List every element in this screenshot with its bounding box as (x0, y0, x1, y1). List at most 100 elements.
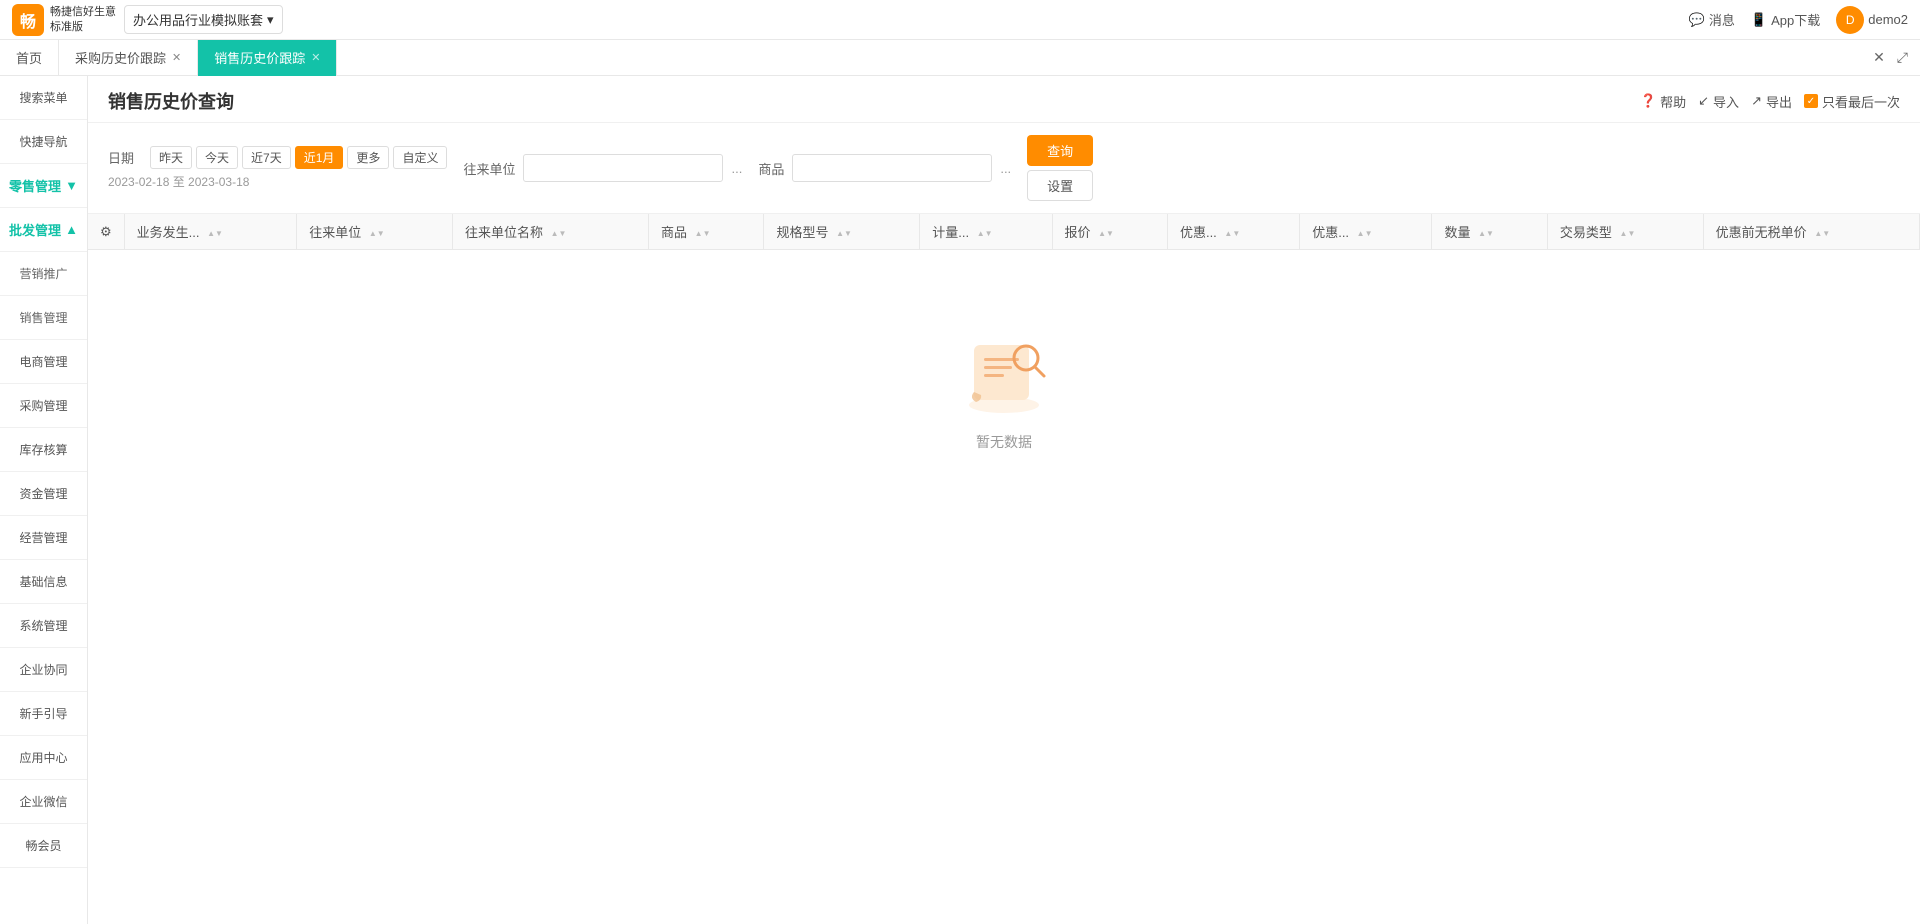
sidebar-item-quick-nav[interactable]: 快捷导航 (0, 120, 87, 164)
product-input[interactable] (792, 154, 992, 182)
top-header: 畅 畅捷信好生意 标准版 办公用品行业模拟账套 ▾ 💬 消息 📱 App下载 D… (0, 0, 1920, 40)
message-icon: 💬 (1689, 12, 1705, 28)
app-download-action[interactable]: 📱 App下载 (1751, 10, 1820, 29)
page-actions: ❓ 帮助 ↙ 导入 ↗ 导出 ✓ 只看最后一次 (1640, 92, 1900, 111)
logo-text: 畅捷信好生意 标准版 (50, 5, 116, 34)
th-quantity[interactable]: 数量 ▲▼ (1432, 214, 1547, 250)
sidebar-item-purchase-mgmt[interactable]: 采购管理 (0, 384, 87, 428)
th-partner-name[interactable]: 往来单位名称 ▲▼ (452, 214, 648, 250)
empty-text: 暂无数据 (976, 432, 1032, 452)
date-btn-custom[interactable]: 自定义 (393, 146, 447, 169)
sort-icon-partner-code: ▲▼ (369, 229, 385, 238)
sidebar-item-inventory-check[interactable]: 库存核算 (0, 428, 87, 472)
sidebar-item-membership[interactable]: 畅会员 (0, 824, 87, 868)
sidebar-item-wholesale-mgmt[interactable]: 批发管理 ▲ (0, 208, 87, 252)
sidebar-item-marketing[interactable]: 营销推广 (0, 252, 87, 296)
export-link[interactable]: ↗ 导出 (1751, 92, 1792, 111)
sidebar-item-search-menu[interactable]: 搜索菜单 (0, 76, 87, 120)
expand-tab-btn[interactable]: ⤢ (1893, 47, 1912, 68)
avatar: D (1836, 6, 1864, 34)
logo-area: 畅 畅捷信好生意 标准版 (12, 4, 116, 36)
th-biz-date[interactable]: 业务发生... ▲▼ (124, 214, 297, 250)
chevron-down-icon: ▼ (65, 178, 78, 193)
customer-ellipsis[interactable]: ... (731, 161, 742, 176)
header-right: 💬 消息 📱 App下载 D demo2 (1689, 6, 1908, 34)
only-last-checkbox[interactable]: ✓ (1804, 94, 1818, 108)
date-btn-last7days[interactable]: 近7天 (242, 146, 291, 169)
message-action[interactable]: 💬 消息 (1689, 10, 1735, 29)
settings-button[interactable]: 设置 (1027, 170, 1093, 201)
empty-illustration (954, 330, 1054, 420)
import-link[interactable]: ↙ 导入 (1698, 92, 1739, 111)
data-table: ⚙ 业务发生... ▲▼ 往来单位 ▲▼ 往来单位名称 (88, 214, 1920, 250)
sidebar-item-ops-mgmt[interactable]: 经营管理 (0, 516, 87, 560)
sidebar-item-basic-info[interactable]: 基础信息 (0, 560, 87, 604)
product-ellipsis[interactable]: ... (1000, 161, 1011, 176)
th-partner-code[interactable]: 往来单位 ▲▼ (297, 214, 453, 250)
filter-area: 日期 昨天 今天 近7天 近1月 更多 自定义 2023-02-18 至 202… (88, 123, 1920, 214)
date-buttons: 昨天 今天 近7天 近1月 更多 自定义 (150, 146, 447, 169)
customer-label: 往来单位 (463, 159, 515, 178)
filter-buttons: 查询 设置 (1027, 135, 1093, 201)
tab-home[interactable]: 首页 (0, 40, 59, 76)
export-icon: ↗ (1751, 93, 1762, 109)
customer-filter: 往来单位 ... (463, 154, 742, 182)
page-content: 销售历史价查询 ❓ 帮助 ↙ 导入 ↗ 导出 ✓ (88, 76, 1920, 924)
sidebar-item-retail-mgmt[interactable]: 零售管理 ▼ (0, 164, 87, 208)
sort-icon-biz-date: ▲▼ (207, 229, 223, 238)
tab-purchase-history[interactable]: 采购历史价跟踪 ✕ (59, 40, 198, 76)
sidebar-item-enterprise-agreement[interactable]: 企业协同 (0, 648, 87, 692)
sort-icon-unit: ▲▼ (977, 229, 993, 238)
sort-icon-quantity: ▲▼ (1478, 229, 1494, 238)
sort-icon-trade-type: ▲▼ (1620, 229, 1636, 238)
table-header-row: ⚙ 业务发生... ▲▼ 往来单位 ▲▼ 往来单位名称 (88, 214, 1920, 250)
date-range-text: 2023-02-18 至 2023-03-18 (108, 173, 447, 190)
logo-icon: 畅 (12, 4, 44, 36)
sidebar-item-ecommerce-mgmt[interactable]: 电商管理 (0, 340, 87, 384)
only-last-checkbox-label[interactable]: ✓ 只看最后一次 (1804, 92, 1900, 111)
sidebar-item-system-mgmt[interactable]: 系统管理 (0, 604, 87, 648)
th-discount2[interactable]: 优惠... ▲▼ (1300, 214, 1432, 250)
date-btn-more[interactable]: 更多 (347, 146, 389, 169)
sidebar-item-sales-mgmt[interactable]: 销售管理 (0, 296, 87, 340)
customer-input[interactable] (523, 154, 723, 182)
th-product[interactable]: 商品 ▲▼ (649, 214, 764, 250)
th-discount1[interactable]: 优惠... ▲▼ (1167, 214, 1299, 250)
sidebar-item-enterprise-wechat[interactable]: 企业微信 (0, 780, 87, 824)
tab-sales-history[interactable]: 销售历史价跟踪 ✕ (198, 40, 337, 76)
filter-date-row: 日期 昨天 今天 近7天 近1月 更多 自定义 (108, 146, 447, 169)
close-tab-sales[interactable]: ✕ (311, 51, 320, 64)
date-btn-today[interactable]: 今天 (196, 146, 238, 169)
tab-controls: ✕ ⤢ (1861, 47, 1920, 68)
date-btn-yesterday[interactable]: 昨天 (150, 146, 192, 169)
page-title: 销售历史价查询 (108, 88, 234, 114)
date-btn-last1month[interactable]: 近1月 (295, 146, 344, 169)
th-pre-tax-price[interactable]: 优惠前无税单价 ▲▼ (1703, 214, 1919, 250)
sort-icon-spec: ▲▼ (836, 229, 852, 238)
sort-icon-discount2: ▲▼ (1357, 229, 1373, 238)
table-area: ⚙ 业务发生... ▲▼ 往来单位 ▲▼ 往来单位名称 (88, 214, 1920, 924)
th-unit[interactable]: 计量... ▲▼ (920, 214, 1052, 250)
sidebar-item-beginner-guide[interactable]: 新手引导 (0, 692, 87, 736)
content-area: 销售历史价查询 ❓ 帮助 ↙ 导入 ↗ 导出 ✓ (88, 76, 1920, 924)
account-selector[interactable]: 办公用品行业模拟账套 ▾ (124, 5, 283, 34)
close-tab-btn[interactable]: ✕ (1869, 47, 1889, 68)
user-menu[interactable]: D demo2 (1836, 6, 1908, 34)
th-price[interactable]: 报价 ▲▼ (1052, 214, 1167, 250)
help-link[interactable]: ❓ 帮助 (1640, 92, 1686, 111)
settings-col-icon: ⚙ (100, 224, 112, 239)
page-title-bar: 销售历史价查询 ❓ 帮助 ↙ 导入 ↗ 导出 ✓ (88, 76, 1920, 123)
sort-icon-partner-name: ▲▼ (551, 229, 567, 238)
th-settings[interactable]: ⚙ (88, 214, 124, 250)
sort-icon-pre-tax-price: ▲▼ (1814, 229, 1830, 238)
sidebar-item-finance-mgmt[interactable]: 资金管理 (0, 472, 87, 516)
product-filter: 商品 ... (758, 154, 1011, 182)
tab-bar: 首页 采购历史价跟踪 ✕ 销售历史价跟踪 ✕ ✕ ⤢ (0, 40, 1920, 76)
query-button[interactable]: 查询 (1027, 135, 1093, 166)
th-trade-type[interactable]: 交易类型 ▲▼ (1547, 214, 1703, 250)
sidebar-item-app-center[interactable]: 应用中心 (0, 736, 87, 780)
th-spec[interactable]: 规格型号 ▲▼ (764, 214, 920, 250)
empty-state: 暂无数据 (88, 250, 1920, 532)
close-tab-purchase[interactable]: ✕ (172, 51, 181, 64)
main-layout: 搜索菜单 快捷导航 零售管理 ▼ 批发管理 ▲ 营销推广 销售管理 电商管理 采… (0, 76, 1920, 924)
